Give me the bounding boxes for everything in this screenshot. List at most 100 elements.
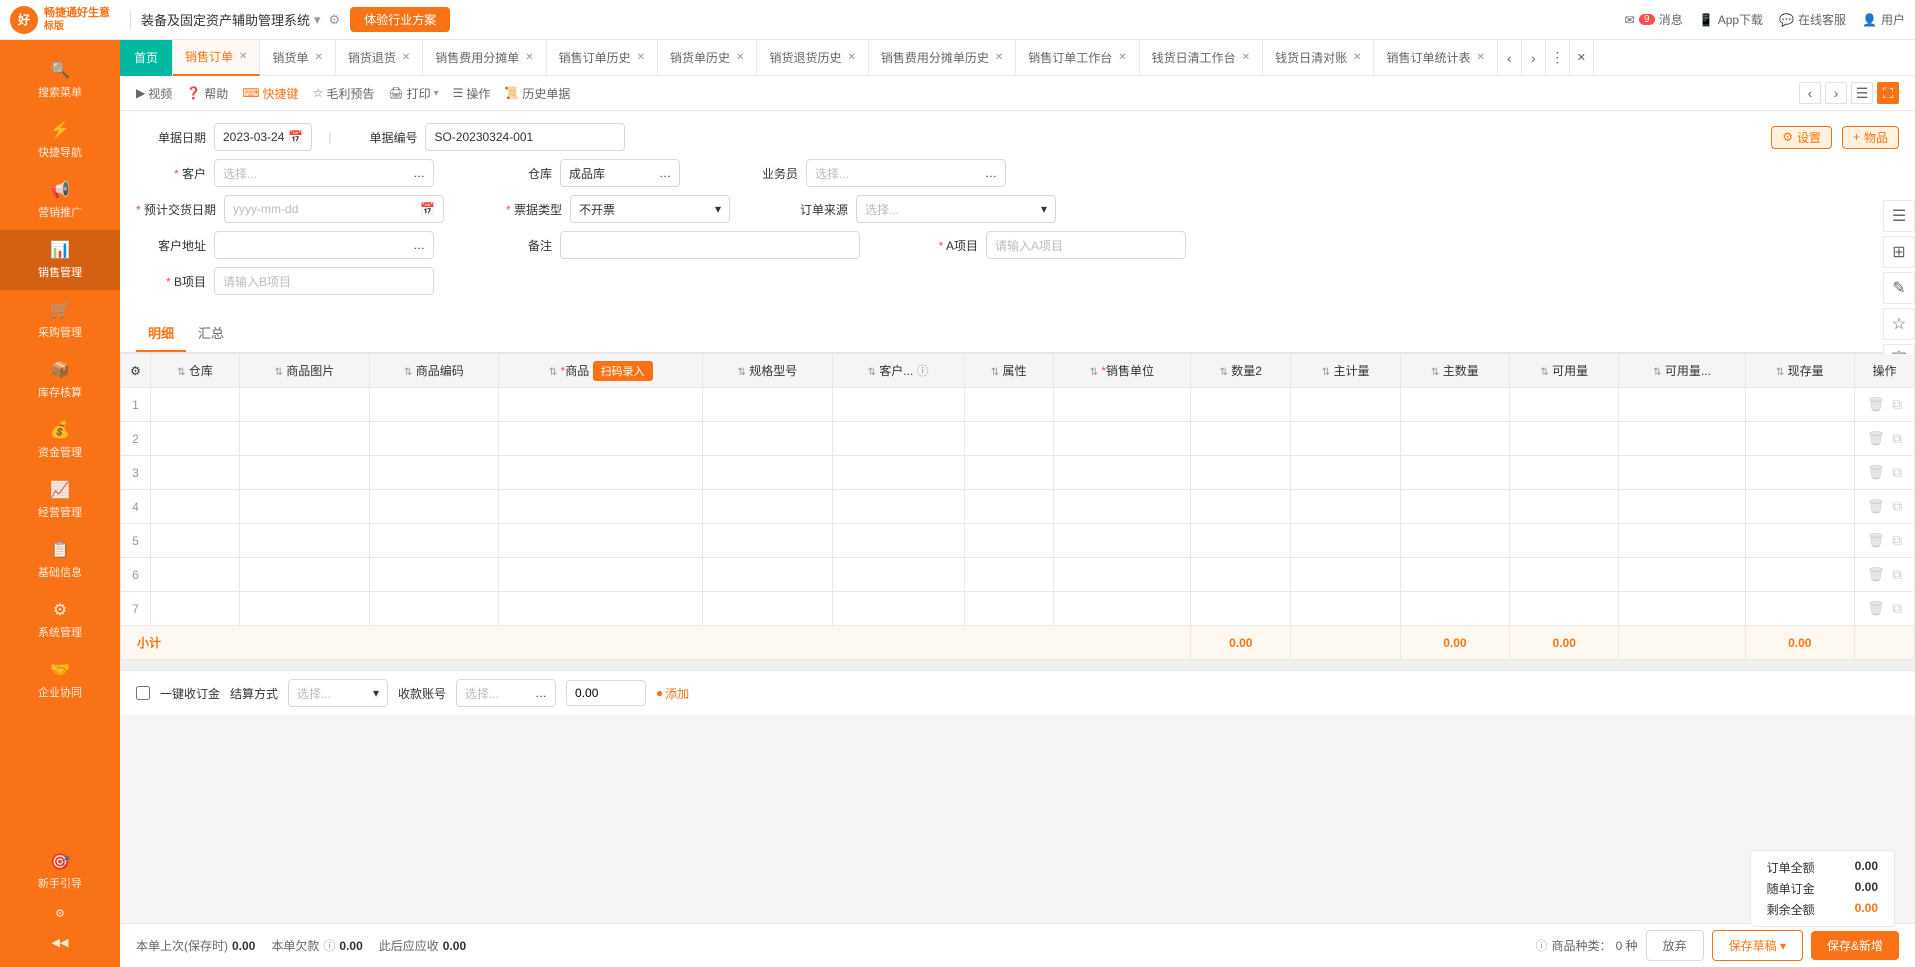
customer-select[interactable]: 选择... … (214, 159, 434, 187)
save-new-button[interactable]: 保存&新增 (1811, 931, 1899, 960)
row-6-available[interactable] (1510, 558, 1619, 592)
warehouse-select[interactable]: 成品库 … (560, 159, 680, 187)
account-select[interactable]: 选择... … (456, 679, 556, 707)
row-4-unit[interactable] (1053, 490, 1190, 524)
invoice-type-select[interactable]: 不开票 ▾ (570, 195, 730, 223)
copy-row-7-icon[interactable]: ⧉ (1892, 600, 1902, 616)
trial-button[interactable]: 体验行业方案 (350, 7, 450, 32)
row-7-available2[interactable] (1619, 592, 1745, 626)
chevron-down-icon[interactable]: ▾ (314, 12, 321, 28)
tab-sales-expense[interactable]: 销售费用分摊单 ✕ (423, 40, 546, 76)
tab-close-return-history[interactable]: ✕ (847, 52, 855, 63)
row-2-warehouse[interactable] (151, 422, 240, 456)
row-4-product[interactable] (499, 490, 703, 524)
row-2-image[interactable] (240, 422, 370, 456)
row-3-main-unit[interactable] (1291, 456, 1400, 490)
float-btn-2[interactable]: ⊞ (1883, 236, 1915, 268)
row-4-warehouse[interactable] (151, 490, 240, 524)
row-1-unit[interactable] (1053, 388, 1190, 422)
row-1-customer-code[interactable] (832, 388, 964, 422)
row-5-spec[interactable] (703, 524, 833, 558)
online-support-btn[interactable]: 💬 在线客服 (1779, 11, 1846, 28)
record-prev-btn[interactable]: ‹ (1799, 82, 1821, 104)
tab-close-cash-workbench[interactable]: ✕ (1242, 52, 1250, 63)
tab-close-invoice[interactable]: ✕ (314, 52, 322, 63)
float-btn-1[interactable]: ☰ (1883, 200, 1915, 232)
row-4-available[interactable] (1510, 490, 1619, 524)
history-btn[interactable]: 📜 历史单据 (504, 85, 570, 102)
row-2-code[interactable] (369, 422, 499, 456)
row-7-spec[interactable] (703, 592, 833, 626)
row-1-available[interactable] (1510, 388, 1619, 422)
row-5-image[interactable] (240, 524, 370, 558)
row-4-stock[interactable] (1745, 490, 1854, 524)
row-6-image[interactable] (240, 558, 370, 592)
row-1-product[interactable] (499, 388, 703, 422)
row-3-main-qty[interactable] (1400, 456, 1509, 490)
sidebar-collapse-btn[interactable]: ◀◀ (0, 928, 120, 957)
sidebar-item-search[interactable]: 🔍 搜索菜单 (0, 50, 120, 110)
tab-sales-stats[interactable]: 销售订单统计表 ✕ (1374, 40, 1497, 76)
add-payment-btn[interactable]: ● 添加 (656, 685, 689, 702)
row-6-spec[interactable] (703, 558, 833, 592)
row-6-available2[interactable] (1619, 558, 1745, 592)
row-7-customer-code[interactable] (832, 592, 964, 626)
row-1-qty2[interactable] (1191, 388, 1291, 422)
row-2-main-unit[interactable] (1291, 422, 1400, 456)
profit-btn[interactable]: ☆ 毛利预告 (313, 85, 375, 102)
row-1-stock[interactable] (1745, 388, 1854, 422)
remarks-input[interactable] (560, 231, 860, 259)
sidebar-item-finance[interactable]: 💰 资金管理 (0, 410, 120, 470)
sidebar-item-sales[interactable]: 📊 销售管理 (0, 230, 120, 290)
tab-prev-btn[interactable]: ‹ (1498, 40, 1522, 76)
row-3-available[interactable] (1510, 456, 1619, 490)
message-icon-btn[interactable]: ✉ 9 消息 (1625, 11, 1683, 28)
full-screen-btn[interactable]: ⛶ (1877, 82, 1899, 104)
row-2-stock[interactable] (1745, 422, 1854, 456)
tab-detail[interactable]: 明细 (136, 315, 186, 352)
copy-row-2-icon[interactable]: ⧉ (1892, 430, 1902, 446)
user-btn[interactable]: 👤 用户 (1862, 11, 1905, 28)
row-5-available2[interactable] (1619, 524, 1745, 558)
tab-cash-workbench[interactable]: 钱货日清工作台 ✕ (1140, 40, 1263, 76)
row-3-spec[interactable] (703, 456, 833, 490)
delete-row-4-icon[interactable]: 🗑 (1867, 498, 1885, 514)
row-4-spec[interactable] (703, 490, 833, 524)
row-1-code[interactable] (369, 388, 499, 422)
sidebar-item-system[interactable]: ⚙ 系统管理 (0, 590, 120, 650)
row-2-unit[interactable] (1053, 422, 1190, 456)
tab-close-expense[interactable]: ✕ (525, 52, 533, 63)
row-6-customer-code[interactable] (832, 558, 964, 592)
row-2-main-qty[interactable] (1400, 422, 1509, 456)
row-1-spec[interactable] (703, 388, 833, 422)
table-scrollbar[interactable] (120, 660, 1915, 670)
row-1-warehouse[interactable] (151, 388, 240, 422)
row-3-code[interactable] (369, 456, 499, 490)
tab-expense-history[interactable]: 销售费用分摊单历史 ✕ (869, 40, 1016, 76)
float-btn-4[interactable]: ☆ (1883, 308, 1915, 340)
shortcut-btn[interactable]: ⌨ 快捷键 (242, 85, 298, 102)
row-4-main-unit[interactable] (1291, 490, 1400, 524)
row-7-available[interactable] (1510, 592, 1619, 626)
row-7-warehouse[interactable] (151, 592, 240, 626)
row-2-product[interactable] (499, 422, 703, 456)
delete-row-1-icon[interactable]: 🗑 (1867, 396, 1885, 412)
row-4-image[interactable] (240, 490, 370, 524)
tab-invoice-history[interactable]: 销货单历史 ✕ (658, 40, 757, 76)
row-2-qty2[interactable] (1191, 422, 1291, 456)
float-btn-3[interactable]: ✎ (1883, 272, 1915, 304)
sidebar-item-quicknav[interactable]: ⚡ 快捷导航 (0, 110, 120, 170)
tab-sales-order[interactable]: 销售订单 ✕ (173, 40, 260, 76)
row-3-image[interactable] (240, 456, 370, 490)
row-5-main-unit[interactable] (1291, 524, 1400, 558)
view-toggle-btn[interactable]: ☰ (1851, 82, 1873, 104)
row-1-main-unit[interactable] (1291, 388, 1400, 422)
sidebar-settings-btn[interactable]: ⚙ (0, 899, 120, 928)
row-5-unit[interactable] (1053, 524, 1190, 558)
a-project-input[interactable]: 请输入A项目 (986, 231, 1186, 259)
row-3-qty2[interactable] (1191, 456, 1291, 490)
row-1-attr[interactable] (964, 388, 1053, 422)
row-5-main-qty[interactable] (1400, 524, 1509, 558)
row-1-image[interactable] (240, 388, 370, 422)
address-input[interactable]: … (214, 231, 434, 259)
